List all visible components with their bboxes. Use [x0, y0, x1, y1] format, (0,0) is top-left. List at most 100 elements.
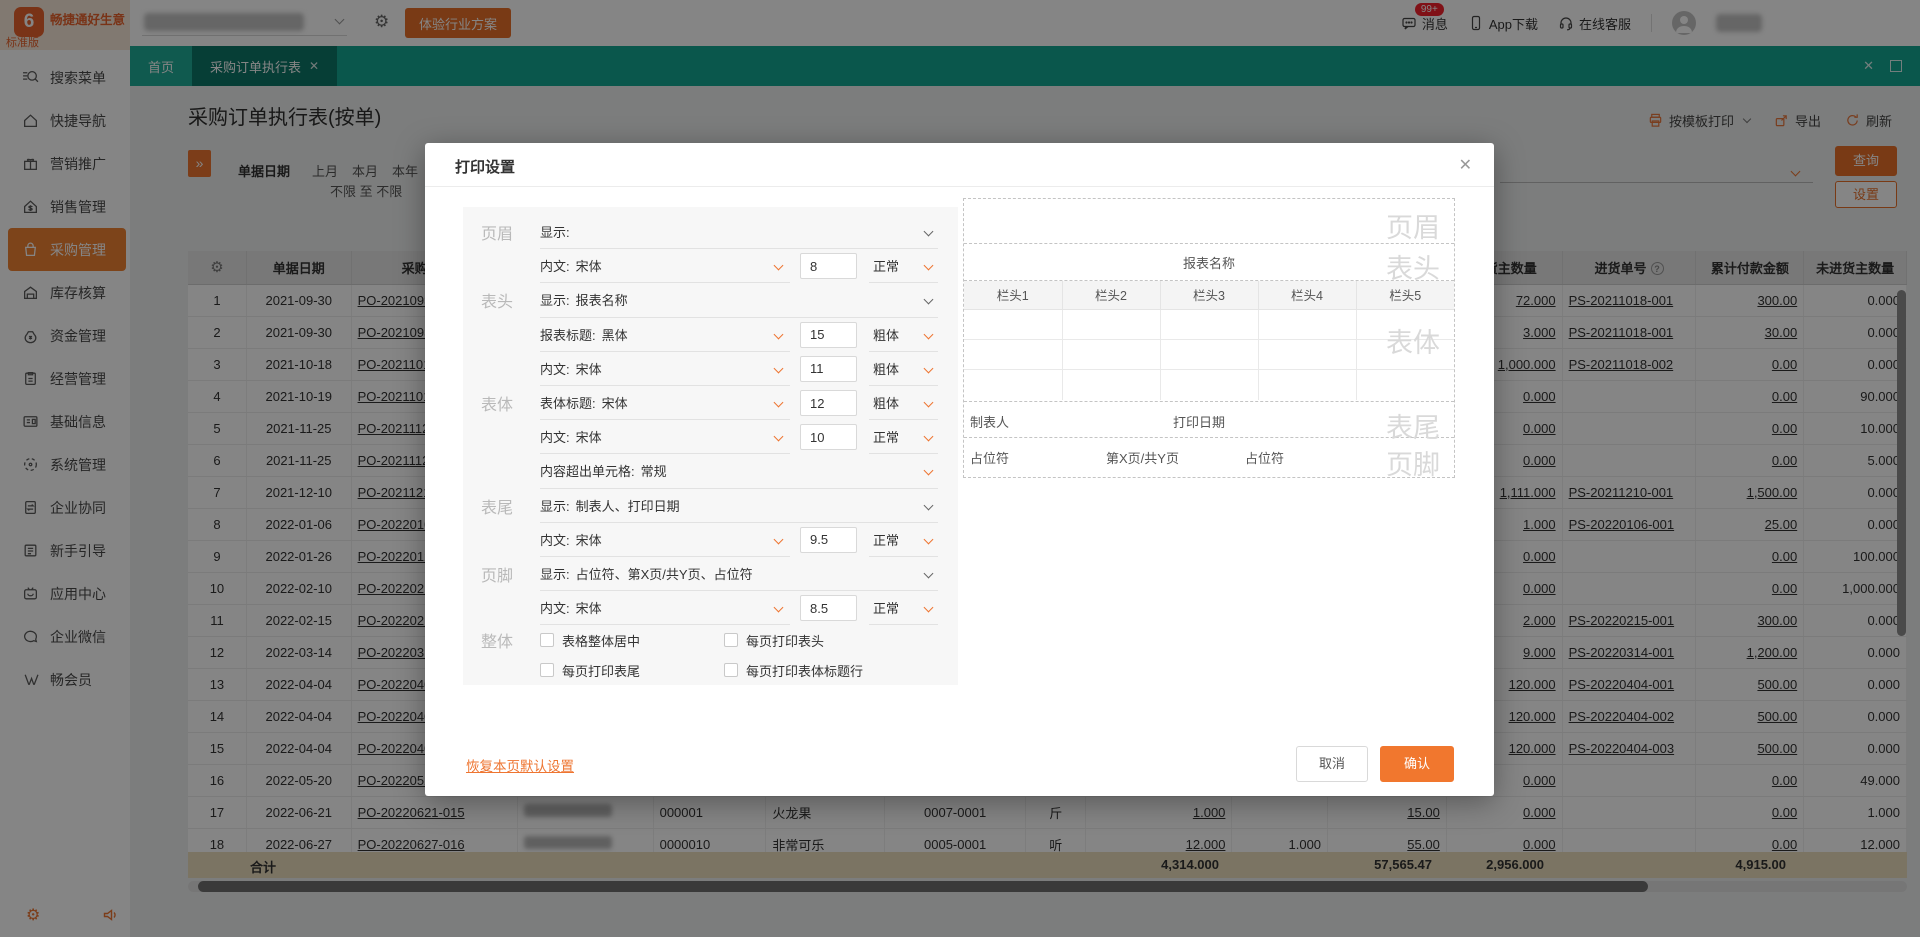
preview-table-footer-section: 制表人 打印日期 表尾 [964, 401, 1454, 443]
preview-table-body-section: 栏头1 栏头2 栏头3 栏头4 栏头5 表体 [964, 281, 1454, 401]
font-weight-select[interactable]: 粗体 [869, 352, 938, 386]
font-weight-select[interactable]: 正常 [869, 523, 938, 557]
preview-empty-cell [1159, 338, 1259, 370]
font-size-input[interactable] [800, 595, 857, 622]
display-select[interactable]: 内容超出单元格: 常规 [540, 454, 938, 489]
font-size-input[interactable] [800, 390, 857, 417]
preview-column-header: 栏头2 [1061, 281, 1161, 310]
form-row-7: 内文:宋体 正常 [481, 420, 938, 455]
chevron-down-icon [923, 294, 934, 305]
chevron-down-icon [923, 500, 934, 510]
checkbox[interactable] [540, 633, 554, 648]
preview-report-title-section: 报表名称 表头 [964, 244, 1454, 284]
font-family-select[interactable]: 内文: 宋体 [540, 523, 790, 557]
form-row-11: 页脚 显示: 占位符、第X页/共Y页、占位符 [481, 557, 938, 592]
form-row-13: 整体 表格整体居中 每页打印表头 [481, 625, 938, 655]
form-row-14: 每页打印表尾 每页打印表体标题行 [481, 655, 938, 685]
preview-column-header: 栏头5 [1355, 281, 1454, 310]
section-label: 页脚 [481, 567, 514, 585]
form-row-8: 内容超出单元格: 常规 [481, 454, 938, 489]
chevron-down-icon [923, 363, 934, 374]
font-weight-select[interactable]: 粗体 [869, 318, 938, 352]
display-select[interactable]: 显示: [540, 215, 938, 250]
preview-empty-cell [1257, 338, 1357, 370]
section-label: 页眉 [481, 226, 514, 244]
form-row-3: 表头 显示: 报表名称 [481, 283, 938, 318]
display-select[interactable]: 显示: 报表名称 [540, 283, 938, 318]
chevron-down-icon [923, 397, 934, 408]
form-row-4: 报表标题:黑体 粗体 [481, 318, 938, 352]
preview-empty-cell [1061, 308, 1161, 340]
preview-column-header: 栏头3 [1159, 281, 1259, 310]
preview-column-header: 栏头1 [964, 281, 1063, 310]
preview-column-header: 栏头4 [1257, 281, 1357, 310]
print-settings-dialog: 打印设置 ✕ 页眉显示:内文:宋体正常表头显示:报表名称报表标题:黑体粗体内文:… [425, 143, 1494, 796]
dialog-title: 打印设置 [455, 159, 516, 176]
chevron-down-icon [923, 534, 934, 545]
form-row-5: 内文:宋体 粗体 [481, 352, 938, 386]
checkbox-option[interactable]: 每页打印表体标题行 [724, 661, 908, 680]
preview-empty-cell [1061, 368, 1161, 400]
preview-empty-cell [1257, 368, 1357, 400]
preview-empty-cell [1159, 368, 1259, 400]
display-select[interactable]: 显示: 制表人、打印日期 [540, 489, 938, 523]
font-family-select[interactable]: 内文: 宋体 [540, 420, 790, 455]
preview-print-date-label: 打印日期 [1173, 415, 1226, 430]
preview-maker-label: 制表人 [970, 415, 1010, 430]
font-size-input[interactable] [800, 526, 857, 553]
font-size-input[interactable] [800, 424, 857, 451]
font-family-select[interactable]: 内文: 宋体 [540, 591, 790, 626]
preview-report-name: 报表名称 [1182, 255, 1235, 271]
checkbox-label: 每页打印表头 [746, 633, 825, 649]
checkbox[interactable] [724, 633, 738, 648]
font-weight-select[interactable]: 正常 [869, 591, 938, 626]
section-label: 表尾 [481, 499, 514, 517]
chevron-down-icon [923, 431, 934, 442]
checkbox-option[interactable]: 每页打印表头 [724, 631, 908, 650]
font-family-select[interactable]: 表体标题: 宋体 [540, 386, 790, 421]
close-icon[interactable]: ✕ [1459, 155, 1472, 175]
chevron-down-icon [773, 431, 784, 442]
print-settings-form: 页眉显示:内文:宋体正常表头显示:报表名称报表标题:黑体粗体内文:宋体粗体表体表… [463, 207, 958, 685]
preview-empty-cell [1061, 338, 1161, 370]
font-family-select[interactable]: 报表标题: 黑体 [540, 318, 790, 352]
cancel-button[interactable]: 取消 [1296, 746, 1368, 782]
chevron-down-icon [773, 260, 784, 271]
preview-header-section: 页眉 [964, 199, 1454, 244]
chevron-down-icon [773, 329, 784, 340]
checkbox[interactable] [540, 663, 554, 678]
preview-empty-cell [964, 338, 1063, 370]
preview-empty-cell [1159, 308, 1259, 340]
font-family-select[interactable]: 内文: 宋体 [540, 249, 790, 284]
font-weight-select[interactable]: 粗体 [869, 386, 938, 421]
preview-placeholder-left: 占位符 [970, 451, 1010, 466]
checkbox-option[interactable]: 表格整体居中 [540, 631, 724, 650]
checkbox-label: 每页打印表尾 [562, 663, 641, 679]
restore-defaults-link[interactable]: 恢复本页默认设置 [466, 755, 574, 775]
chevron-down-icon [923, 260, 934, 271]
chevron-down-icon [773, 397, 784, 408]
preview-empty-cell [1355, 338, 1454, 370]
form-row-9: 表尾 显示: 制表人、打印日期 [481, 489, 938, 523]
chevron-down-icon [923, 568, 934, 579]
preview-empty-cell [964, 368, 1063, 400]
checkbox-label: 表格整体居中 [562, 633, 641, 649]
font-size-input[interactable] [800, 253, 857, 280]
font-size-input[interactable] [800, 355, 857, 382]
preview-placeholder-right: 占位符 [1245, 451, 1285, 466]
chevron-down-icon [923, 226, 934, 237]
font-weight-select[interactable]: 正常 [869, 249, 938, 284]
checkbox[interactable] [724, 663, 738, 678]
display-select[interactable]: 显示: 占位符、第X页/共Y页、占位符 [540, 557, 938, 592]
preview-page-footer-section: 占位符 第X页/共Y页 占位符 页脚 [964, 438, 1454, 480]
form-row-2: 内文:宋体 正常 [481, 249, 938, 284]
form-row-12: 内文:宋体 正常 [481, 591, 938, 626]
font-family-select[interactable]: 内文: 宋体 [540, 352, 790, 386]
section-label: 整体 [481, 634, 514, 652]
confirm-button[interactable]: 确认 [1380, 746, 1454, 782]
font-weight-select[interactable]: 正常 [869, 420, 938, 455]
preview-empty-cell [1355, 368, 1454, 400]
font-size-input[interactable] [800, 321, 857, 348]
checkbox-option[interactable]: 每页打印表尾 [540, 661, 724, 680]
checkbox-label: 每页打印表体标题行 [746, 663, 864, 679]
